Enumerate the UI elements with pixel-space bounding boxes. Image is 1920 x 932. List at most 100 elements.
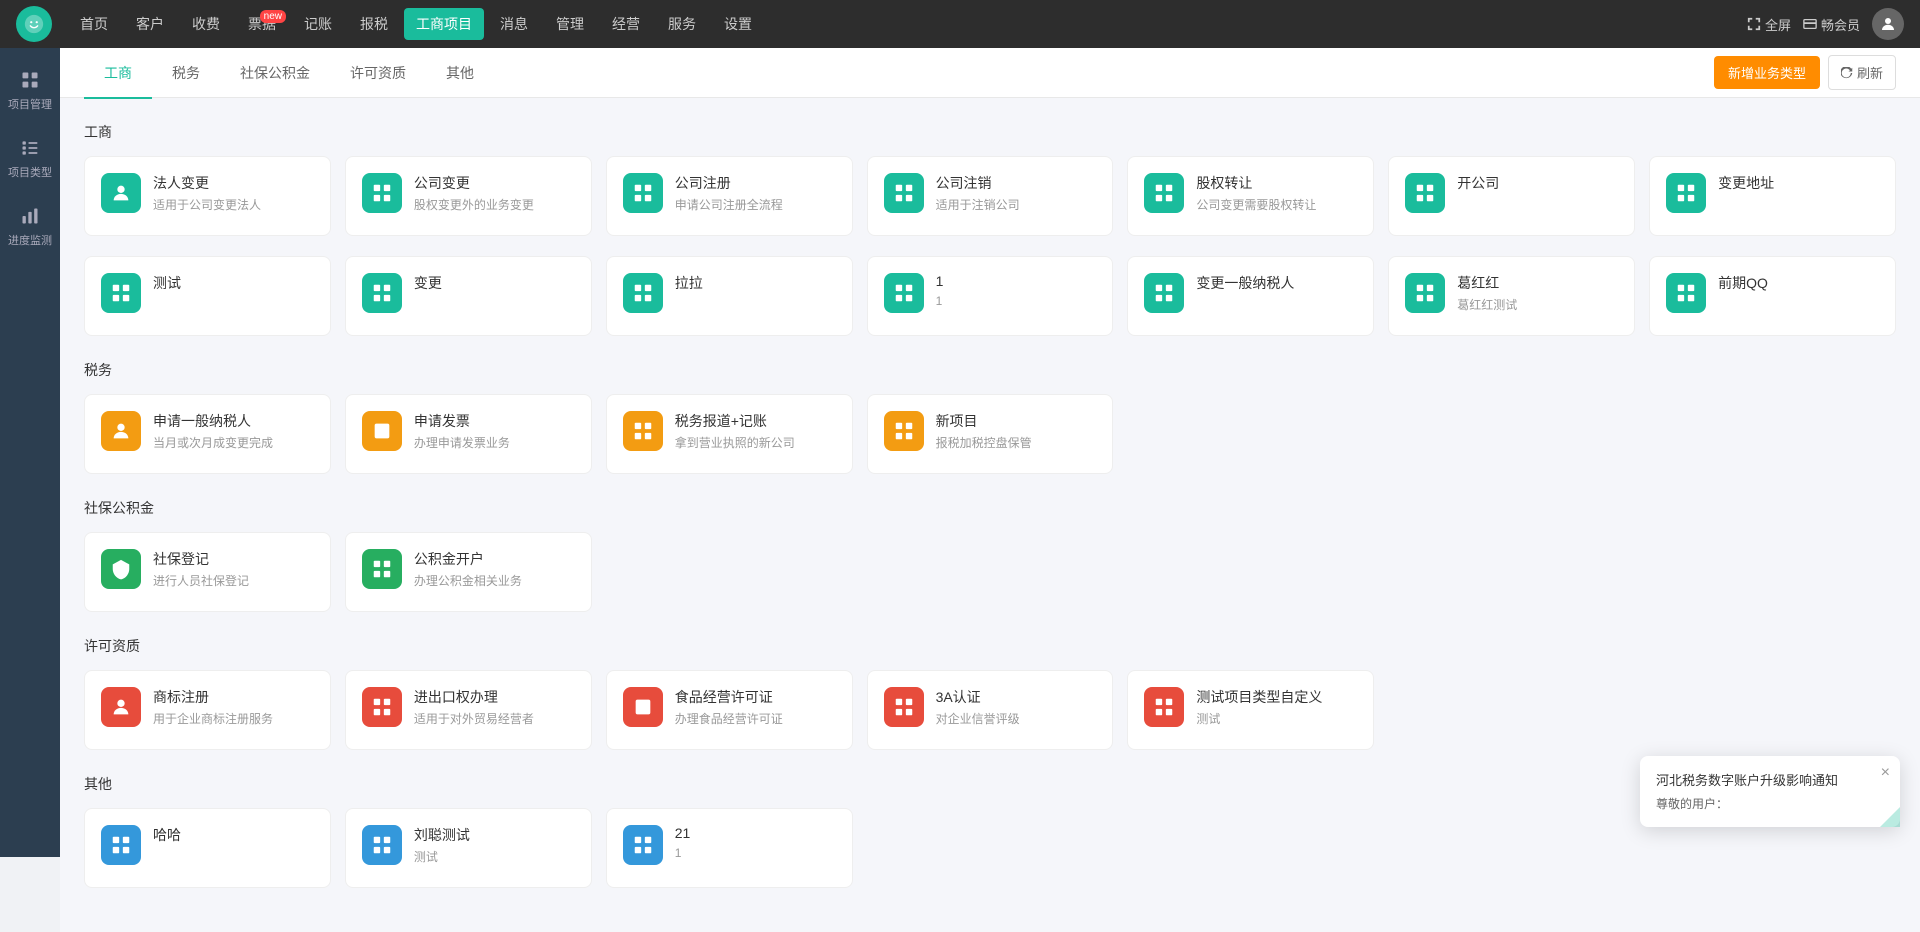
card-gongsi-zhuxiao[interactable]: 公司注销 适用于注销公司 — [867, 156, 1114, 236]
member-btn[interactable]: 畅会员 — [1803, 15, 1860, 34]
nav-service[interactable]: 服务 — [656, 8, 708, 40]
refresh-button[interactable]: 刷新 — [1828, 55, 1896, 90]
card-ceshi[interactable]: 测试 — [84, 256, 331, 336]
section-title-gongshang: 工商 — [84, 122, 1896, 142]
card-title: 变更 — [414, 273, 575, 293]
card-icon — [623, 687, 663, 727]
sidebar-item-progress[interactable]: 进度监测 — [0, 192, 60, 260]
nav-ticket[interactable]: 票据 new — [236, 8, 288, 40]
card-icon — [101, 549, 141, 589]
fullscreen-btn[interactable]: 全屏 — [1747, 15, 1791, 34]
card-yiban-nashui[interactable]: 申请一般纳税人 当月或次月成变更完成 — [84, 394, 331, 474]
section-shuiwu: 税务 申请一般纳税人 当月或次月成变更完成 申请发票 — [84, 360, 1896, 474]
card-title: 公司注销 — [936, 173, 1097, 193]
card-biangeng[interactable]: 变更 — [345, 256, 592, 336]
card-info: 法人变更 适用于公司变更法人 — [153, 173, 314, 214]
tab-other[interactable]: 其他 — [426, 49, 494, 99]
card-desc: 报税加税控盘保管 — [936, 435, 1097, 452]
nav-operate[interactable]: 经营 — [600, 8, 652, 40]
section-shebao: 社保公积金 社保登记 进行人员社保登记 公积金开户 — [84, 498, 1896, 612]
card-desc: 办理申请发票业务 — [414, 435, 575, 452]
card-biangeng-nashui[interactable]: 变更一般纳税人 — [1127, 256, 1374, 336]
sidebar-item-project-manage[interactable]: 项目管理 — [0, 56, 60, 124]
card-liucong-test[interactable]: 刘聪测试 测试 — [345, 808, 592, 888]
new-type-button[interactable]: 新增业务类型 — [1714, 56, 1820, 89]
card-lala[interactable]: 拉拉 — [606, 256, 853, 336]
cards-xuke: 商标注册 用于企业商标注册服务 进出口权办理 适用于对外贸易经营者 — [84, 670, 1896, 750]
nav-bookkeeping[interactable]: 记账 — [292, 8, 344, 40]
nav-home[interactable]: 首页 — [68, 8, 120, 40]
card-1[interactable]: 1 1 — [867, 256, 1114, 336]
section-title-xuke: 许可资质 — [84, 636, 1896, 656]
card-desc: 拿到营业执照的新公司 — [675, 435, 836, 452]
card-gongsi-biangeng[interactable]: 公司变更 股权变更外的业务变更 — [345, 156, 592, 236]
card-21[interactable]: 21 1 — [606, 808, 853, 888]
tab-shuiwu[interactable]: 税务 — [152, 49, 220, 99]
nav-message[interactable]: 消息 — [488, 8, 540, 40]
sidebar-item-project-type[interactable]: 项目类型 — [0, 124, 60, 192]
card-xin-xiangmu[interactable]: 新项目 报税加税控盘保管 — [867, 394, 1114, 474]
card-desc: 办理公积金相关业务 — [414, 573, 575, 590]
card-fapiao[interactable]: 申请发票 办理申请发票业务 — [345, 394, 592, 474]
card-info: 测试项目类型自定义 测试 — [1196, 687, 1357, 728]
card-title: 刘聪测试 — [414, 825, 575, 845]
nav-settings[interactable]: 设置 — [712, 8, 764, 40]
card-title: 股权转让 — [1196, 173, 1357, 193]
section-xuke: 许可资质 商标注册 用于企业商标注册服务 进出口权办理 — [84, 636, 1896, 750]
nav-biz[interactable]: 工商项目 — [404, 8, 484, 40]
card-gongsi-zhuce[interactable]: 公司注册 申请公司注册全流程 — [606, 156, 853, 236]
card-title: 变更地址 — [1718, 173, 1879, 193]
card-shebao-dengji[interactable]: 社保登记 进行人员社保登记 — [84, 532, 331, 612]
card-title: 公积金开户 — [414, 549, 575, 569]
card-info: 税务报道+记账 拿到营业执照的新公司 — [675, 411, 836, 452]
card-icon — [101, 687, 141, 727]
card-gjj[interactable]: 公积金开户 办理公积金相关业务 — [345, 532, 592, 612]
cards-other: 哈哈 刘聪测试 测试 — [84, 808, 1896, 888]
card-guquan[interactable]: 股权转让 公司变更需要股权转让 — [1127, 156, 1374, 236]
card-icon — [1144, 173, 1184, 213]
logo[interactable] — [16, 6, 52, 42]
nav-manage[interactable]: 管理 — [544, 8, 596, 40]
card-import-export[interactable]: 进出口权办理 适用于对外贸易经营者 — [345, 670, 592, 750]
tab-actions: 新增业务类型 刷新 — [1714, 55, 1896, 90]
tab-xuke[interactable]: 许可资质 — [330, 49, 426, 99]
card-desc: 适用于注销公司 — [936, 197, 1097, 214]
card-qianqi-qq[interactable]: 前期QQ — [1649, 256, 1896, 336]
card-haha[interactable]: 哈哈 — [84, 808, 331, 888]
sidebar-label: 项目类型 — [8, 164, 52, 180]
card-biangeng-dizhi[interactable]: 变更地址 — [1649, 156, 1896, 236]
card-3a[interactable]: 3A认证 对企业信誉评级 — [867, 670, 1114, 750]
card-title: 公司注册 — [675, 173, 836, 193]
card-food-license[interactable]: 食品经营许可证 办理食品经营许可证 — [606, 670, 853, 750]
card-icon — [101, 173, 141, 213]
card-desc: 进行人员社保登记 — [153, 573, 314, 590]
sidebar-label: 项目管理 — [8, 96, 52, 112]
card-icon — [362, 411, 402, 451]
card-icon — [623, 411, 663, 451]
card-desc: 适用于对外贸易经营者 — [414, 711, 575, 728]
card-info: 刘聪测试 测试 — [414, 825, 575, 866]
ticket-badge: new — [260, 10, 286, 23]
nav-tax[interactable]: 报税 — [348, 8, 400, 40]
card-icon — [362, 549, 402, 589]
card-kai-gongsi[interactable]: 开公司 — [1388, 156, 1635, 236]
card-trademark[interactable]: 商标注册 用于企业商标注册服务 — [84, 670, 331, 750]
card-faren-biangeng[interactable]: 法人变更 适用于公司变更法人 — [84, 156, 331, 236]
card-icon — [623, 825, 663, 865]
tab-gongshang[interactable]: 工商 — [84, 49, 152, 99]
notification-close-btn[interactable]: × — [1881, 764, 1890, 782]
user-avatar[interactable] — [1872, 8, 1904, 40]
card-title: 税务报道+记账 — [675, 411, 836, 431]
card-shuiwu-jizh[interactable]: 税务报道+记账 拿到营业执照的新公司 — [606, 394, 853, 474]
card-desc: 测试 — [414, 849, 575, 866]
card-title: 变更一般纳税人 — [1196, 273, 1357, 293]
nav-client[interactable]: 客户 — [124, 8, 176, 40]
card-gehonghong[interactable]: 葛红红 葛红红测试 — [1388, 256, 1635, 336]
card-icon — [101, 825, 141, 865]
card-info: 申请一般纳税人 当月或次月成变更完成 — [153, 411, 314, 452]
card-desc: 1 — [936, 293, 1097, 310]
card-desc: 办理食品经营许可证 — [675, 711, 836, 728]
card-test-custom[interactable]: 测试项目类型自定义 测试 — [1127, 670, 1374, 750]
nav-fee[interactable]: 收费 — [180, 8, 232, 40]
tab-shebao[interactable]: 社保公积金 — [220, 49, 330, 99]
